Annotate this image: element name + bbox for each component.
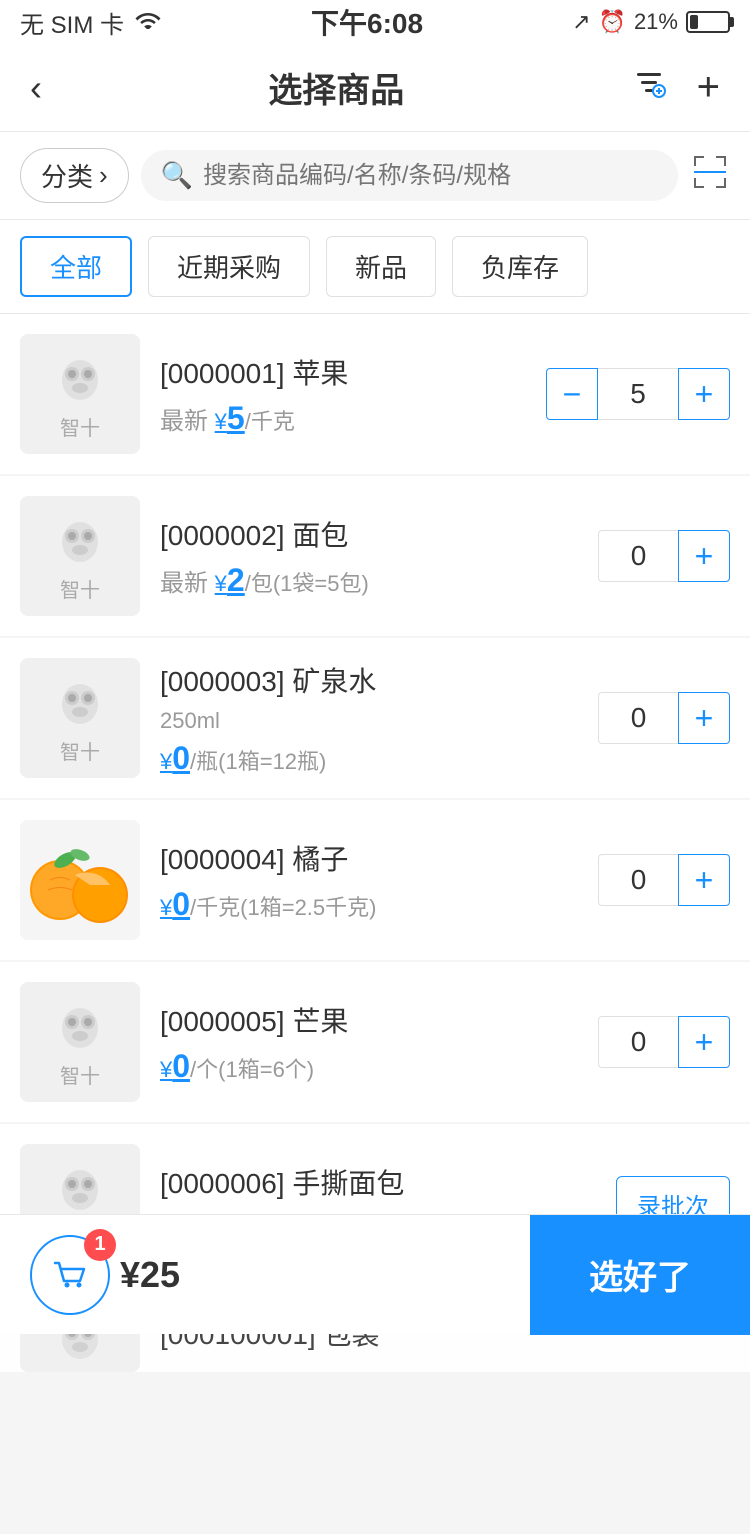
quantity-minus-button[interactable]: − xyxy=(546,368,598,420)
nav-actions: + xyxy=(631,65,720,110)
list-item: 智十 [0000005] 芒果 ¥0/个(1箱=6个) + xyxy=(0,962,750,1122)
list-item: 智十 [0000001] 苹果 最新 ¥5/千克 − + xyxy=(0,314,750,474)
quantity-plus-button[interactable]: + xyxy=(678,854,730,906)
tab-bar: 全部 近期采购 新品 负库存 xyxy=(0,220,750,314)
list-item: 智十 [0000002] 面包 最新 ¥2/包(1袋=5包) + xyxy=(0,476,750,636)
scan-icon[interactable] xyxy=(690,152,730,200)
product-info: [0000004] 橘子 ¥0/千克(1箱=2.5千克) xyxy=(160,838,578,923)
tab-recent[interactable]: 近期采购 xyxy=(148,236,310,297)
product-name: [0000004] 橘子 xyxy=(160,838,578,878)
status-bar: 无 SIM 卡 下午6:08 ↗ ⏰ 21% xyxy=(0,0,750,44)
product-price: ¥0/瓶(1箱=12瓶) xyxy=(160,740,578,777)
quantity-input[interactable] xyxy=(598,368,678,420)
tab-all[interactable]: 全部 xyxy=(20,236,132,297)
status-time: 下午6:08 xyxy=(311,2,423,42)
search-input[interactable] xyxy=(203,162,658,190)
quantity-plus-button[interactable]: + xyxy=(678,692,730,744)
back-button[interactable]: ‹ xyxy=(30,67,42,109)
cart-total: ¥25 xyxy=(120,1254,180,1296)
product-name: [0000006] 手撕面包 xyxy=(160,1162,596,1202)
quantity-control: + xyxy=(598,854,730,906)
product-price: 最新 ¥5/千克 xyxy=(160,400,526,437)
product-price: ¥0/千克(1箱=2.5千克) xyxy=(160,886,578,923)
alarm-icon: ⏰ xyxy=(599,9,626,35)
cart-icon[interactable]: 1 xyxy=(30,1235,110,1315)
battery-icon xyxy=(686,11,730,33)
product-image: 智十 xyxy=(20,334,140,454)
product-name: [0000002] 面包 xyxy=(160,514,578,554)
list-item: [0000004] 橘子 ¥0/千克(1箱=2.5千克) + xyxy=(0,800,750,960)
cart-badge: 1 xyxy=(84,1229,116,1261)
search-magnify-icon: 🔍 xyxy=(161,160,193,191)
quantity-plus-button[interactable]: + xyxy=(678,1016,730,1068)
product-image: 智十 xyxy=(20,496,140,616)
bottom-bar: 1 ¥25 选好了 xyxy=(0,1214,750,1334)
product-info: [0000002] 面包 最新 ¥2/包(1袋=5包) xyxy=(160,514,578,599)
list-item: 智十 [0000003] 矿泉水 250ml ¥0/瓶(1箱=12瓶) + xyxy=(0,638,750,798)
quantity-control: + xyxy=(598,692,730,744)
quantity-input[interactable] xyxy=(598,530,678,582)
product-name: [0000005] 芒果 xyxy=(160,1000,578,1040)
quantity-input[interactable] xyxy=(598,854,678,906)
product-image: 智十 xyxy=(20,658,140,778)
status-left: 无 SIM 卡 xyxy=(20,5,162,40)
product-image xyxy=(20,820,140,940)
quantity-control: − + xyxy=(546,368,730,420)
battery-percent: 21% xyxy=(634,9,678,35)
product-price: ¥0/个(1箱=6个) xyxy=(160,1048,578,1085)
cart-area: 1 ¥25 xyxy=(0,1235,530,1315)
search-input-wrap: 🔍 xyxy=(141,150,678,201)
product-info: [0000005] 芒果 ¥0/个(1箱=6个) xyxy=(160,1000,578,1085)
category-chevron: › xyxy=(99,160,108,191)
quantity-input[interactable] xyxy=(598,692,678,744)
carrier-label: 无 SIM 卡 xyxy=(20,5,124,40)
product-spec: 250ml xyxy=(160,708,578,734)
product-info: [0000001] 苹果 最新 ¥5/千克 xyxy=(160,352,526,437)
quantity-plus-button[interactable]: + xyxy=(678,368,730,420)
product-price: 最新 ¥2/包(1袋=5包) xyxy=(160,562,578,599)
quantity-control: + xyxy=(598,530,730,582)
search-bar: 分类 › 🔍 xyxy=(0,132,750,220)
nav-bar: ‹ 选择商品 + xyxy=(0,44,750,132)
category-button[interactable]: 分类 › xyxy=(20,148,129,203)
category-label: 分类 xyxy=(41,157,93,194)
product-image: 智十 xyxy=(20,982,140,1102)
product-list: 智十 [0000001] 苹果 最新 ¥5/千克 − + xyxy=(0,314,750,1534)
confirm-button[interactable]: 选好了 xyxy=(530,1215,750,1335)
tab-negative[interactable]: 负库存 xyxy=(452,236,588,297)
status-right: ↗ ⏰ 21% xyxy=(572,9,730,35)
location-icon: ↗ xyxy=(572,9,590,35)
wifi-icon xyxy=(134,8,162,36)
product-name: [0000003] 矿泉水 xyxy=(160,660,578,700)
filter-icon[interactable] xyxy=(631,65,667,110)
quantity-plus-button[interactable]: + xyxy=(678,530,730,582)
quantity-input[interactable] xyxy=(598,1016,678,1068)
tab-new[interactable]: 新品 xyxy=(326,236,436,297)
product-name: [0000001] 苹果 xyxy=(160,352,526,392)
page-title: 选择商品 xyxy=(268,63,404,112)
product-info: [0000003] 矿泉水 250ml ¥0/瓶(1箱=12瓶) xyxy=(160,660,578,777)
quantity-control: + xyxy=(598,1016,730,1068)
add-icon[interactable]: + xyxy=(697,65,720,110)
